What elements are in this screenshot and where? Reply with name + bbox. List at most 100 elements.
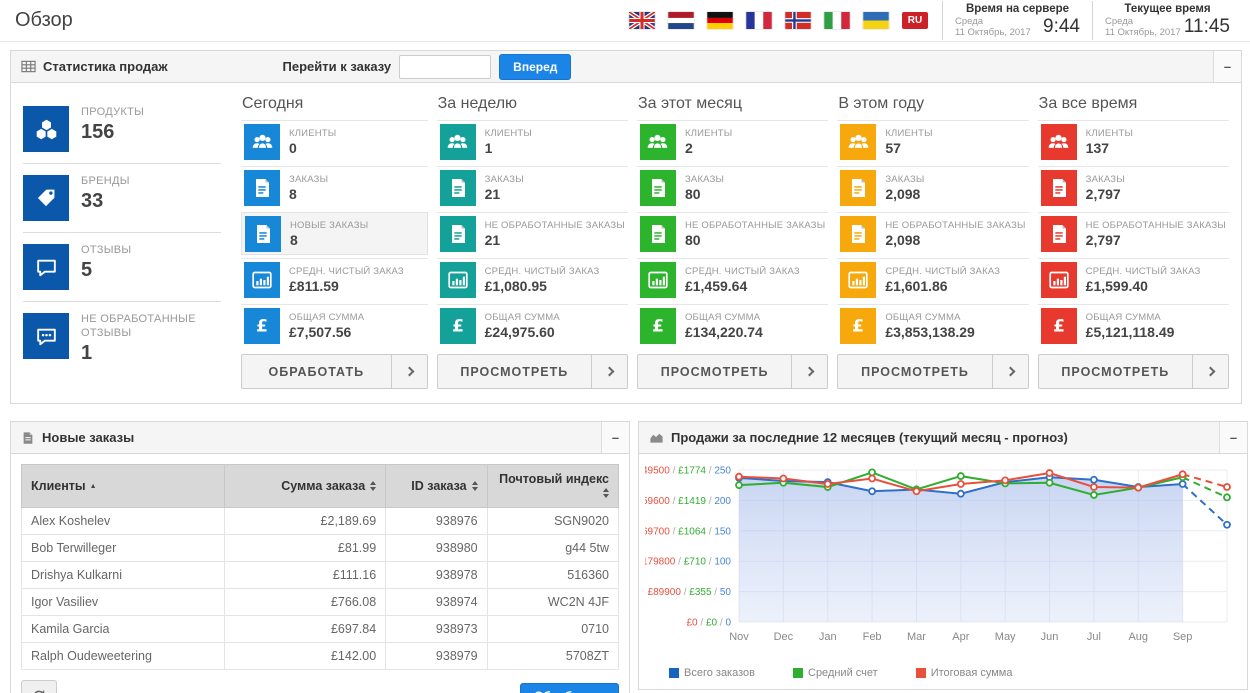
new-orders-panel: Новые заказы – Клиенты ▲ Сумма заказа ID за… (10, 421, 630, 693)
flag-netherlands-icon[interactable] (668, 12, 694, 29)
metric-value: 21 (484, 232, 501, 248)
current-time-clock: 11:45 (1183, 16, 1230, 37)
metric-value: 137 (1085, 140, 1110, 156)
orders-column-header[interactable]: ID заказа (385, 464, 488, 508)
pound-icon: £ (439, 308, 476, 344)
top-right-area: RU Время на сервере Среда 11 Октябрь, 20… (629, 0, 1242, 41)
chart-panel-title: Продажи за последние 12 месяцев (текущий… (671, 430, 1068, 445)
column-action-label: ПРОСМОТРЕТЬ (660, 364, 769, 379)
metric-value: 2 (684, 140, 693, 156)
order-cell: 516360 (486, 561, 620, 589)
order-cell: g44 5tw (486, 534, 620, 562)
metric-value: £3,853,138.29 (885, 324, 975, 340)
chevron-right-icon[interactable] (791, 355, 827, 388)
metric-value: £7,507.56 (289, 324, 352, 340)
metric-label: НЕ ОБРАБОТАННЫЕ ЗАКАЗЫ (484, 220, 625, 231)
metric-row: ЗАКАЗЫ 2,098 (837, 166, 1029, 209)
pound-icon: £ (244, 308, 280, 344)
metric-row: КЛИЕНТЫ 1 (436, 120, 628, 163)
metric-label: СРЕДН. ЧИСТЫЙ ЗАКАЗ (484, 266, 600, 277)
users-icon (639, 124, 676, 160)
chevron-right-icon[interactable] (991, 355, 1028, 388)
flag-germany-icon[interactable] (707, 12, 733, 29)
flag-uk-icon[interactable] (629, 12, 655, 29)
svg-text:£359600 / £1419 / 200: £359600 / £1419 / 200 (645, 496, 731, 507)
order-cell: 938976 (385, 507, 488, 535)
orders-column-header[interactable]: Сумма заказа (223, 464, 387, 508)
svg-text:£89900 / £355 / 50: £89900 / £355 / 50 (648, 587, 732, 598)
area-chart-icon (649, 430, 664, 445)
svg-text:Sep: Sep (1173, 631, 1193, 643)
goto-order-label: Перейти к заказу (282, 59, 392, 74)
column-action-button[interactable]: ПРОСМОТРЕТЬ (837, 354, 1029, 389)
chart-collapse-button[interactable]: – (1219, 422, 1247, 453)
metric-label: НОВЫЕ ЗАКАЗЫ (290, 219, 369, 231)
metric-value: 21 (484, 186, 501, 202)
stats-collapse-button[interactable]: – (1213, 51, 1241, 82)
metric-label: КЛИЕНТЫ (684, 128, 733, 139)
svg-text:£0 / £0 / 0: £0 / £0 / 0 (687, 618, 732, 629)
svg-text:Mar: Mar (907, 631, 926, 643)
document-icon (439, 216, 476, 252)
sidebar-stat-item: НЕ ОБРАБОТАННЫЕ ОТЗЫВЫ 1 (23, 301, 221, 376)
users-icon (840, 124, 877, 160)
order-cell: £81.99 (223, 534, 387, 562)
metric-row: НЕ ОБРАБОТАННЫЕ ЗАКАЗЫ 2,098 (837, 212, 1029, 255)
legend-swatch-icon (669, 668, 679, 678)
metric-value: 2,797 (1085, 232, 1121, 248)
sidebar-stat-item: ПРОДУКТЫ 156 (23, 95, 221, 163)
flag-italy-icon[interactable] (824, 12, 850, 29)
cubes-icon (23, 106, 69, 152)
flag-france-icon[interactable] (746, 12, 772, 29)
sales-statistics-panel: Статистика продаж Перейти к заказу Впере… (10, 50, 1242, 404)
column-action-button[interactable]: ПРОСМОТРЕТЬ (436, 354, 628, 389)
order-cell: 938979 (385, 642, 488, 670)
metric-value: £1,459.64 (684, 278, 748, 294)
metric-value: 2,797 (1085, 186, 1121, 202)
metric-label: ЗАКАЗЫ (484, 174, 524, 185)
language-ru-badge[interactable]: RU (902, 12, 928, 29)
legend-item: Всего заказов (669, 667, 755, 679)
column-action-button[interactable]: ПРОСМОТРЕТЬ (1037, 354, 1229, 389)
metric-row: КЛИЕНТЫ 57 (837, 120, 1029, 163)
flag-norway-icon[interactable] (785, 12, 811, 29)
stats-column: За неделю КЛИЕНТЫ 1 ЗАКАЗЫ 21 НЕ ОБРАБОТАННЫЕ… (436, 95, 628, 389)
order-cell: Alex Koshelev (21, 507, 225, 535)
stats-column: За все время КЛИЕНТЫ 137 ЗАКАЗЫ 2,797 НЕ ОБРА… (1037, 95, 1229, 389)
metric-row: £ ОБЩАЯ СУММА £134,220.74 (636, 304, 829, 347)
metric-value: £134,220.74 (684, 324, 763, 340)
bar-chart-icon (639, 262, 676, 298)
sidebar-stat-item: ОТЗЫВЫ 5 (23, 232, 221, 301)
order-cell: Bob Terwilleger (21, 534, 225, 562)
bar-chart-icon (244, 262, 280, 298)
svg-text:£: £ (256, 317, 268, 337)
chevron-right-icon[interactable] (590, 355, 627, 388)
refresh-button[interactable] (21, 680, 57, 693)
stats-column: За этот месяц КЛИЕНТЫ 2 ЗАКАЗЫ 80 НЕ ОБРАБОТА… (636, 95, 829, 389)
orders-column-header[interactable]: Клиенты ▲ (21, 464, 225, 508)
orders-column-header[interactable]: Почтовый индекс (486, 464, 620, 508)
svg-text:Nov: Nov (729, 631, 749, 643)
goto-order-input[interactable] (399, 54, 492, 79)
svg-text:Jun: Jun (1041, 631, 1059, 643)
document-icon (639, 216, 676, 252)
svg-text:Dec: Dec (774, 631, 794, 643)
column-action-button[interactable]: ПРОСМОТРЕТЬ (636, 354, 829, 389)
server-time-clock: 9:44 (1043, 16, 1080, 37)
order-cell: Drishya Kulkarni (21, 561, 225, 589)
column-action-button[interactable]: ОБРАБОТАТЬ (241, 354, 428, 389)
chevron-right-icon[interactable] (1192, 355, 1228, 388)
metric-row: СРЕДН. ЧИСТЫЙ ЗАКАЗ £1,459.64 (636, 258, 829, 301)
top-bar: Обзор RU Время на сервере Среда 11 Октяб… (0, 0, 1250, 42)
column-action-label: ПРОСМОТРЕТЬ (861, 364, 969, 379)
chevron-right-icon[interactable] (390, 355, 427, 388)
stat-label: НЕ ОБРАБОТАННЫЕ ОТЗЫВЫ (81, 313, 196, 339)
metric-label: ОБЩАЯ СУММА (885, 312, 961, 323)
order-cell: £111.16 (223, 561, 387, 589)
orders-collapse-button[interactable]: – (601, 422, 629, 453)
process-orders-button[interactable]: Обработать (520, 682, 619, 693)
flag-ukraine-icon[interactable] (863, 12, 889, 29)
forward-button[interactable]: Вперед (499, 53, 572, 80)
column-action-label: ПРОСМОТРЕТЬ (460, 364, 569, 379)
metric-label: ЗАКАЗЫ (885, 174, 925, 185)
